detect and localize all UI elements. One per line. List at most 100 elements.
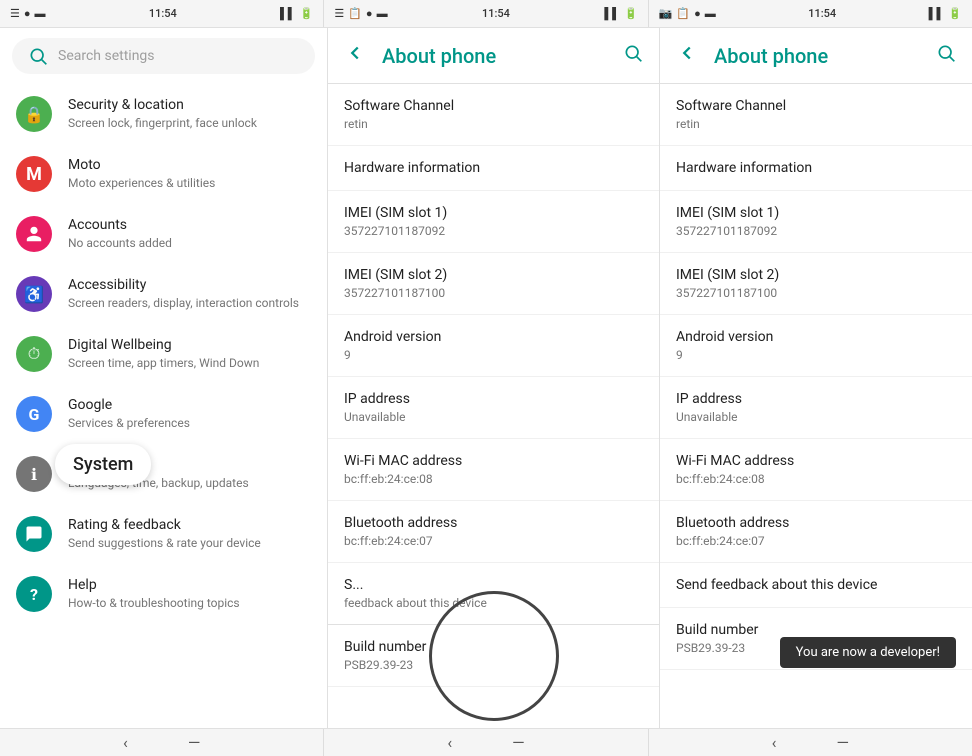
right-bluetooth[interactable]: Bluetooth address bc:ff:eb:24:ce:07 <box>660 501 972 563</box>
wellbeing-text: Digital Wellbeing Screen time, app timer… <box>68 336 311 372</box>
settings-item-google[interactable]: G Google Services & preferences <box>0 384 327 444</box>
icon-msg2: ▬ <box>377 7 388 20</box>
google-icon: G <box>16 396 52 432</box>
middle-bt-title: Bluetooth address <box>344 515 643 531</box>
settings-item-accessibility[interactable]: ♿ Accessibility Screen readers, display,… <box>0 264 327 324</box>
middle-hw-info[interactable]: Hardware information <box>328 146 659 191</box>
middle-panel-title: About phone <box>382 44 607 68</box>
nav-back-right[interactable]: ‹ <box>772 733 777 752</box>
middle-android-version[interactable]: Android version 9 <box>328 315 659 377</box>
settings-item-security[interactable]: 🔒 Security & location Screen lock, finge… <box>0 84 327 144</box>
right-sw-channel-sub: retin <box>676 117 956 131</box>
nav-bar: ‹ — ‹ — ‹ — <box>0 728 972 756</box>
right-hw-info[interactable]: Hardware information <box>660 146 972 191</box>
middle-feedback-title: S... <box>344 577 643 593</box>
right-sw-channel[interactable]: Software Channel retin <box>660 84 972 146</box>
middle-panel: About phone Software Channel retin Hardw… <box>328 28 660 728</box>
help-text: Help How-to & troubleshooting topics <box>68 576 311 612</box>
middle-imei1[interactable]: IMEI (SIM slot 1) 357227101187092 <box>328 191 659 253</box>
right-bt-sub: bc:ff:eb:24:ce:07 <box>676 534 956 548</box>
middle-feedback-sub: feedback about this device <box>344 596 643 610</box>
settings-item-help[interactable]: ? Help How-to & troubleshooting topics <box>0 564 327 624</box>
accounts-sub: No accounts added <box>68 236 311 252</box>
middle-sw-channel[interactable]: Software Channel retin <box>328 84 659 146</box>
wellbeing-icon: ⏱ <box>16 336 52 372</box>
signal-icon-1: ▌▌ <box>280 7 296 20</box>
accounts-text: Accounts No accounts added <box>68 216 311 252</box>
accessibility-title: Accessibility <box>68 276 311 294</box>
icon-clip: 📋 <box>348 7 362 20</box>
nav-back-left[interactable]: ‹ <box>123 733 128 752</box>
middle-search-icon[interactable] <box>623 43 643 68</box>
google-title: Google <box>68 396 311 414</box>
right-panel-title: About phone <box>714 44 920 68</box>
rating-sub: Send suggestions & rate your device <box>68 536 311 552</box>
right-feedback[interactable]: Send feedback about this device <box>660 563 972 608</box>
right-panel-header: About phone <box>660 28 972 84</box>
settings-item-system[interactable]: ℹ System Languages, time, backup, update… <box>0 444 327 504</box>
right-back-button[interactable] <box>676 42 698 69</box>
search-placeholder: Search settings <box>58 48 155 64</box>
status-icons-left: ☰ ● ▬ <box>10 7 46 20</box>
nav-home-mid[interactable]: — <box>512 733 525 752</box>
right-android-version[interactable]: Android version 9 <box>660 315 972 377</box>
right-feedback-title: Send feedback about this device <box>676 577 956 593</box>
right-search-icon[interactable] <box>936 43 956 68</box>
status-time-1: 11:54 <box>149 7 177 20</box>
nav-back-mid[interactable]: ‹ <box>447 733 452 752</box>
moto-text: Moto Moto experiences & utilities <box>68 156 311 192</box>
right-build-title: Build number <box>676 622 956 638</box>
help-title: Help <box>68 576 311 594</box>
middle-ip-address[interactable]: IP address Unavailable <box>328 377 659 439</box>
accounts-title: Accounts <box>68 216 311 234</box>
signal-icon-3: ▌▌ <box>929 7 945 20</box>
settings-item-wellbeing[interactable]: ⏱ Digital Wellbeing Screen time, app tim… <box>0 324 327 384</box>
battery-icon-1: 🔋 <box>300 7 314 20</box>
security-icon: 🔒 <box>16 96 52 132</box>
right-imei2-sub: 357227101187100 <box>676 286 956 300</box>
middle-feedback[interactable]: S... feedback about this device <box>328 563 659 625</box>
signal-icon-2: ▌▌ <box>604 7 620 20</box>
middle-back-button[interactable] <box>344 42 366 69</box>
nav-home-left[interactable]: — <box>188 733 201 752</box>
right-ip-address[interactable]: IP address Unavailable <box>660 377 972 439</box>
right-wifi-title: Wi-Fi MAC address <box>676 453 956 469</box>
accessibility-icon: ♿ <box>16 276 52 312</box>
security-sub: Screen lock, fingerprint, face unlock <box>68 116 311 132</box>
icon-dot2: ● <box>694 7 701 20</box>
settings-item-moto[interactable]: M Moto Moto experiences & utilities <box>0 144 327 204</box>
nav-home-right[interactable]: — <box>836 733 849 752</box>
middle-bluetooth[interactable]: Bluetooth address bc:ff:eb:24:ce:07 <box>328 501 659 563</box>
right-wifi-sub: bc:ff:eb:24:ce:08 <box>676 472 956 486</box>
right-imei1[interactable]: IMEI (SIM slot 1) 357227101187092 <box>660 191 972 253</box>
middle-imei2[interactable]: IMEI (SIM slot 2) 357227101187100 <box>328 253 659 315</box>
right-about-list: Software Channel retin Hardware informat… <box>660 84 972 728</box>
icon-clip2: 📋 <box>676 7 690 20</box>
middle-ip-sub: Unavailable <box>344 410 643 424</box>
google-sub: Services & preferences <box>68 416 311 432</box>
middle-imei1-sub: 357227101187092 <box>344 224 643 238</box>
middle-ip-title: IP address <box>344 391 643 407</box>
middle-imei1-title: IMEI (SIM slot 1) <box>344 205 643 221</box>
right-hw-info-title: Hardware information <box>676 160 956 176</box>
settings-item-rating[interactable]: Rating & feedback Send suggestions & rat… <box>0 504 327 564</box>
security-title: Security & location <box>68 96 311 114</box>
status-section-mid: ☰ 📋 ● ▬ 11:54 ▌▌ 🔋 <box>323 0 647 27</box>
middle-hw-info-title: Hardware information <box>344 160 643 176</box>
right-wifi-mac[interactable]: Wi-Fi MAC address bc:ff:eb:24:ce:08 <box>660 439 972 501</box>
right-imei2[interactable]: IMEI (SIM slot 2) 357227101187100 <box>660 253 972 315</box>
status-section-left: ☰ ● ▬ 11:54 ▌▌ 🔋 <box>0 0 323 27</box>
icon-msg: ▬ <box>35 7 46 20</box>
icon-cam2: 📷 <box>659 7 673 20</box>
search-bar[interactable]: Search settings <box>12 38 315 74</box>
moto-sub: Moto experiences & utilities <box>68 176 311 192</box>
middle-wifi-mac[interactable]: Wi-Fi MAC address bc:ff:eb:24:ce:08 <box>328 439 659 501</box>
middle-panel-header: About phone <box>328 28 659 84</box>
right-bt-title: Bluetooth address <box>676 515 956 531</box>
middle-build-number[interactable]: Build number PSB29.39-23 <box>328 625 659 687</box>
settings-item-accounts[interactable]: Accounts No accounts added <box>0 204 327 264</box>
battery-icon-2: 🔋 <box>624 7 638 20</box>
left-panel: Search settings 🔒 Security & location Sc… <box>0 28 328 728</box>
main-container: Search settings 🔒 Security & location Sc… <box>0 28 972 728</box>
icon-shield: ● <box>24 7 31 20</box>
